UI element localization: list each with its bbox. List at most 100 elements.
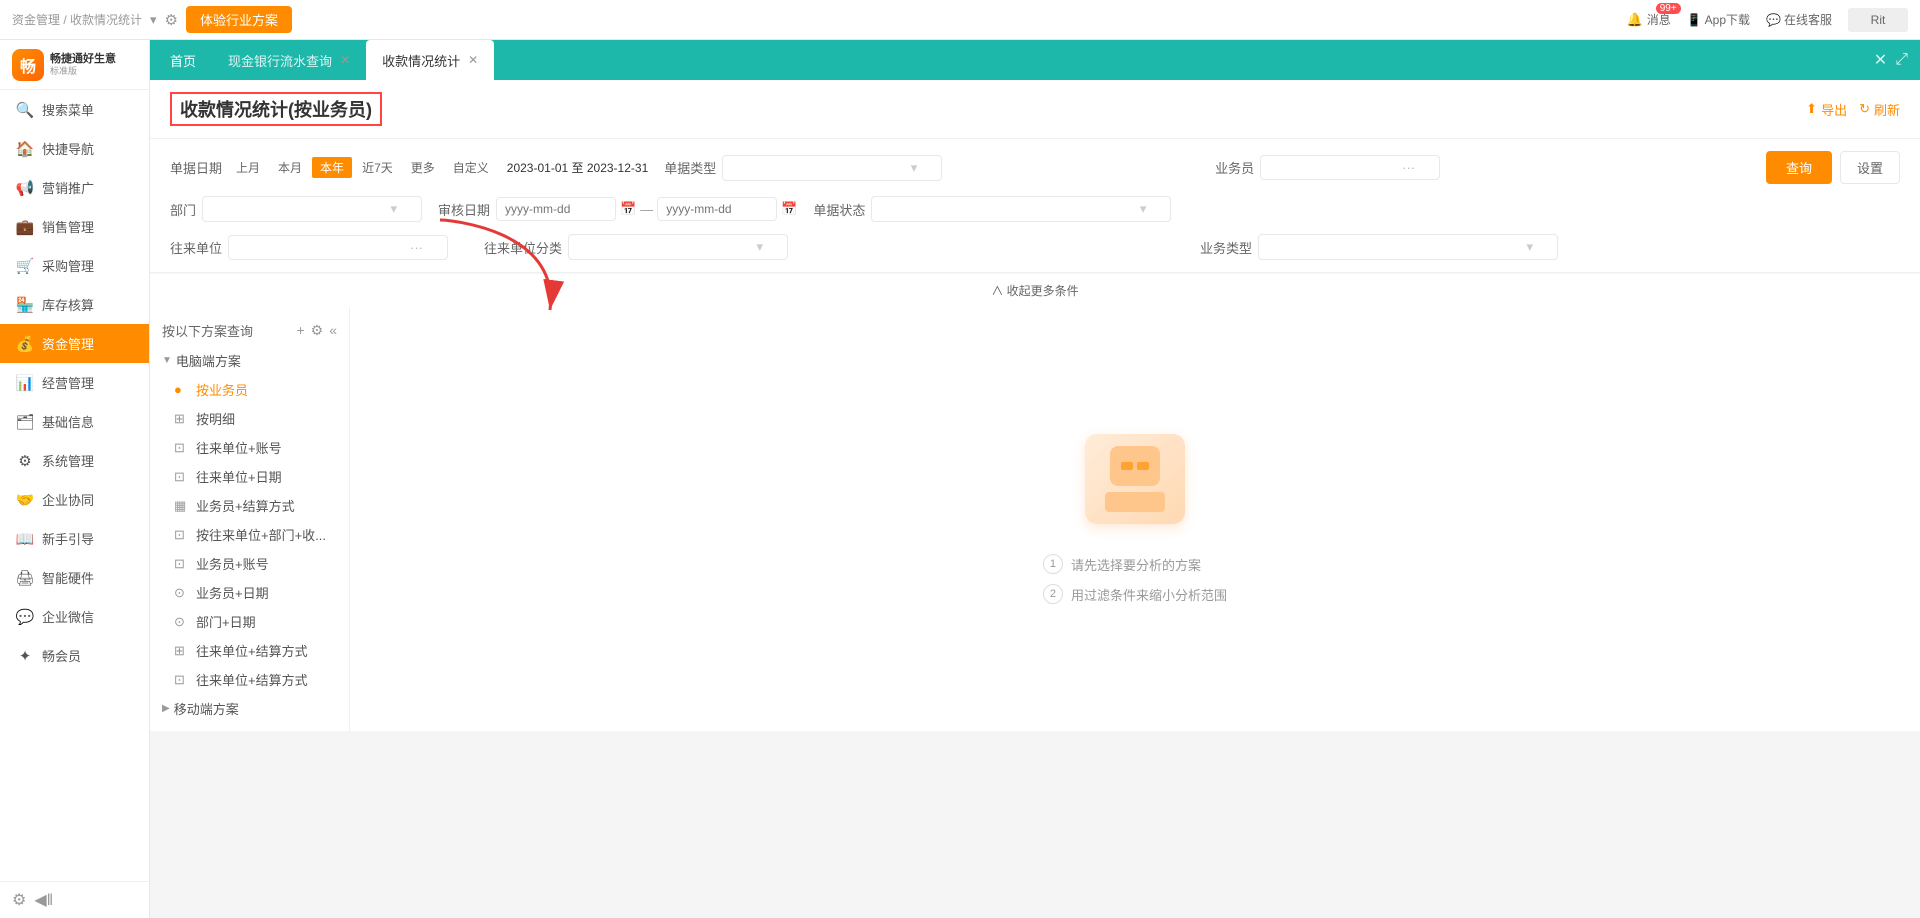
dept-arrow-icon: ▾ xyxy=(390,201,397,217)
review-date-to-input[interactable] xyxy=(657,197,777,221)
sidebar-item-inventory[interactable]: 🏪 库存核算 xyxy=(0,285,149,324)
user-avatar[interactable]: Rit xyxy=(1848,8,1908,32)
counterpart-settlement1-icon: ⊞ xyxy=(174,643,190,659)
query-button[interactable]: 查询 xyxy=(1766,151,1832,184)
page-header: 收款情况统计(按业务员) ⬆ 导出 ↻ 刷新 xyxy=(150,80,1920,139)
scheme-collapse-button[interactable]: « xyxy=(329,322,337,339)
dept-date-icon: ⊙ xyxy=(174,614,190,630)
chevron-down-icon[interactable]: ▾ xyxy=(150,12,157,28)
guide-icon: 📖 xyxy=(16,530,34,548)
date-filter-item: 单据日期 上月 本月 本年 近7天 更多 自定义 2023-01-01 xyxy=(170,157,648,178)
counterpart-select[interactable]: ··· xyxy=(228,235,448,260)
doc-type-select[interactable]: ▾ xyxy=(722,155,942,181)
sidebar-item-wechat[interactable]: 💬 企业微信 xyxy=(0,597,149,636)
scheme-item-counterpart-dept-collect[interactable]: ⊡ 按往来单位+部门+收... xyxy=(150,520,349,549)
gear-icon[interactable]: ⚙ xyxy=(165,11,178,29)
notification-area[interactable]: 🔔 消息 99+ xyxy=(1627,11,1671,28)
date-tab-this-year[interactable]: 本年 xyxy=(312,157,352,178)
salesperson-select[interactable]: ··· xyxy=(1260,155,1440,180)
app-download-button[interactable]: 📱 App下载 xyxy=(1687,11,1750,28)
calendar-from-icon[interactable]: 📅 xyxy=(620,201,636,217)
sidebar-item-finance[interactable]: 💰 资金管理 xyxy=(0,324,149,363)
home-icon: 🏠 xyxy=(16,140,34,158)
date-label: 单据日期 xyxy=(170,158,222,177)
empty-state: 1 请先选择要分析的方案 2 用过滤条件来缩小分析范围 xyxy=(350,307,1920,731)
date-tabs: 上月 本月 本年 近7天 更多 自定义 xyxy=(228,157,497,178)
export-button[interactable]: ⬆ 导出 xyxy=(1806,100,1847,119)
tab-close-bank-flow[interactable]: ✕ xyxy=(340,53,350,67)
collapse-sidebar-icon[interactable]: ◀‖ xyxy=(34,890,53,910)
scheme-item-salesperson-account[interactable]: ⊡ 业务员+账号 xyxy=(150,549,349,578)
calendar-to-icon[interactable]: 📅 xyxy=(781,201,797,217)
header-actions: 🔔 消息 99+ 📱 App下载 💬 在线客服 Rit xyxy=(1627,8,1908,32)
sidebar: 畅 畅捷通好生意 标准版 🔍 搜索菜单 🏠 快捷导航 📢 营销推广 💼 销售管理… xyxy=(0,40,150,918)
sidebar-item-quick-nav[interactable]: 🏠 快捷导航 xyxy=(0,129,149,168)
inventory-icon: 🏪 xyxy=(16,296,34,314)
scheme-item-counterpart-settlement2[interactable]: ⊡ 往来单位+结算方式 xyxy=(150,665,349,694)
scheme-item-by-salesperson[interactable]: ● 按业务员 xyxy=(150,375,349,404)
filter-panel: 单据日期 上月 本月 本年 近7天 更多 自定义 2023-01-01 xyxy=(150,139,1920,273)
refresh-button[interactable]: ↻ 刷新 xyxy=(1859,100,1900,119)
date-tab-this-month[interactable]: 本月 xyxy=(270,157,310,178)
settings-bottom-icon[interactable]: ⚙ xyxy=(12,890,26,910)
data-area: 1 请先选择要分析的方案 2 用过滤条件来缩小分析范围 xyxy=(350,307,1920,731)
sidebar-item-purchase[interactable]: 🛒 采购管理 xyxy=(0,246,149,285)
scheme-panel: 按以下方案查询 + ⚙ « ▼ 电脑端方案 xyxy=(150,307,350,731)
industry-solution-button[interactable]: 体验行业方案 xyxy=(186,6,292,33)
review-date-from-input[interactable] xyxy=(496,197,616,221)
scheme-group-mobile-title[interactable]: ▶ 移动端方案 xyxy=(150,694,349,723)
tab-collect-stat[interactable]: 收款情况统计 ✕ xyxy=(366,40,494,80)
online-service-button[interactable]: 💬 在线客服 xyxy=(1766,11,1832,28)
scheme-item-salesperson-settlement[interactable]: ▦ 业务员+结算方式 xyxy=(150,491,349,520)
tab-bank-flow[interactable]: 现金银行流水查询 ✕ xyxy=(212,40,366,80)
triangle-right-icon: ▶ xyxy=(162,703,170,714)
scheme-group-pc-title[interactable]: ▼ 电脑端方案 xyxy=(150,346,349,375)
scheme-item-by-detail[interactable]: ⊞ 按明细 xyxy=(150,404,349,433)
tab-close-collect-stat[interactable]: ✕ xyxy=(468,53,478,67)
tab-home[interactable]: 首页 xyxy=(154,40,212,80)
content-area: 按以下方案查询 + ⚙ « ▼ 电脑端方案 xyxy=(150,307,1920,731)
basic-info-icon: 🗂 xyxy=(16,413,34,431)
business-type-label: 业务类型 xyxy=(1200,238,1252,257)
sidebar-item-guide[interactable]: 📖 新手引导 xyxy=(0,519,149,558)
doc-status-label: 单据状态 xyxy=(813,200,865,219)
business-type-select[interactable]: ▾ xyxy=(1258,234,1558,260)
tab-maximize-icon[interactable]: ⤢ xyxy=(1895,51,1908,69)
scheme-setting-button[interactable]: ⚙ xyxy=(311,322,324,339)
scheme-item-counterpart-account[interactable]: ⊡ 往来单位+账号 xyxy=(150,433,349,462)
main-content: 首页 现金银行流水查询 ✕ 收款情况统计 ✕ ✕ ⤢ 收款情况统计(按业务员) xyxy=(150,40,1920,918)
scheme-add-button[interactable]: + xyxy=(296,322,304,339)
sidebar-item-operations[interactable]: 📊 经营管理 xyxy=(0,363,149,402)
sidebar-item-system[interactable]: ⚙ 系统管理 xyxy=(0,441,149,480)
counterpart-category-select[interactable]: ▾ xyxy=(568,234,788,260)
sidebar-item-basic-info[interactable]: 🗂 基础信息 xyxy=(0,402,149,441)
scheme-item-dept-date[interactable]: ⊙ 部门+日期 xyxy=(150,607,349,636)
sidebar-item-enterprise[interactable]: 🤝 企业协同 xyxy=(0,480,149,519)
wechat-icon: 💬 xyxy=(16,608,34,626)
page-area: 收款情况统计(按业务员) ⬆ 导出 ↻ 刷新 xyxy=(150,80,1920,918)
scheme-item-salesperson-date[interactable]: ⊙ 业务员+日期 xyxy=(150,578,349,607)
dept-select[interactable]: ▾ xyxy=(202,196,422,222)
collapse-bar[interactable]: ∧ 收起更多条件 xyxy=(150,274,1920,307)
counterpart-settlement2-icon: ⊡ xyxy=(174,672,190,688)
counterpart-category-filter: 往来单位分类 ▾ xyxy=(484,234,1184,260)
tab-close-all-icon[interactable]: ✕ xyxy=(1874,50,1887,70)
sidebar-item-marketing[interactable]: 📢 营销推广 xyxy=(0,168,149,207)
doc-status-select[interactable]: ▾ xyxy=(871,196,1171,222)
date-tab-custom[interactable]: 自定义 xyxy=(445,157,497,178)
hardware-icon: 🖨 xyxy=(16,569,34,587)
doc-type-filter: 单据类型 ▾ xyxy=(664,155,1199,181)
scheme-item-counterpart-date[interactable]: ⊡ 往来单位+日期 xyxy=(150,462,349,491)
date-tab-last-month[interactable]: 上月 xyxy=(228,157,268,178)
date-tab-last7[interactable]: 近7天 xyxy=(354,157,401,178)
scheme-item-counterpart-settlement1[interactable]: ⊞ 往来单位+结算方式 xyxy=(150,636,349,665)
date-tab-more[interactable]: 更多 xyxy=(403,157,443,178)
sidebar-item-search-menu[interactable]: 🔍 搜索菜单 xyxy=(0,90,149,129)
purchase-icon: 🛒 xyxy=(16,257,34,275)
setting-button[interactable]: 设置 xyxy=(1840,151,1900,184)
sidebar-item-member[interactable]: ✦ 畅会员 xyxy=(0,636,149,675)
review-date-inputs: 📅 — 📅 xyxy=(496,197,797,221)
sidebar-item-sales[interactable]: 💼 销售管理 xyxy=(0,207,149,246)
business-type-filter: 业务类型 ▾ xyxy=(1200,234,1900,260)
sidebar-item-smart-hardware[interactable]: 🖨 智能硬件 xyxy=(0,558,149,597)
